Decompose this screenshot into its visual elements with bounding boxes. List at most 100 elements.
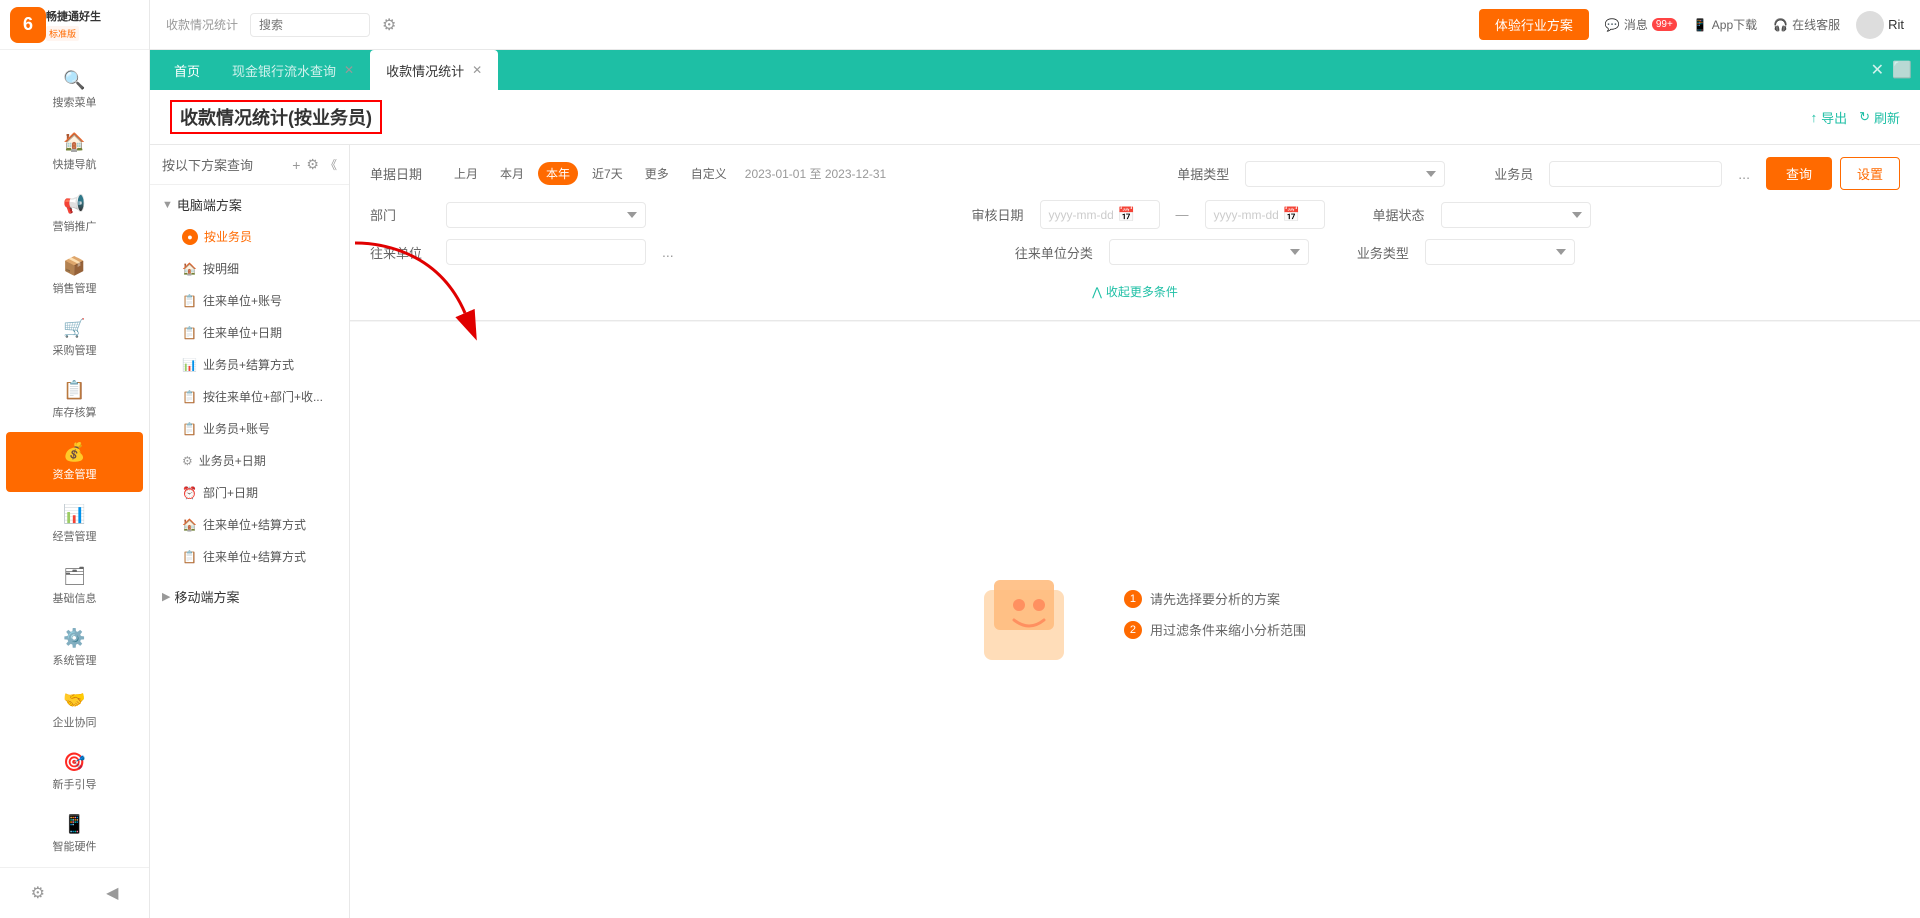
user-area[interactable]: Rit [1856, 11, 1904, 39]
business-type-select[interactable] [1425, 239, 1575, 265]
export-button[interactable]: ↑ 导出 [1811, 108, 1848, 127]
sidebar-item-operations[interactable]: 📊经营管理 [6, 494, 143, 554]
scheme-item-sales-date[interactable]: ⚙业务员+日期 [162, 445, 345, 476]
right-panel: 单据日期 上月 本月 本年 近7天 更多 自定义 2023-01-01 至 20… [350, 145, 1920, 918]
scheme-item-dept-date[interactable]: ⏰部门+日期 [162, 477, 345, 508]
refresh-icon: ↻ [1859, 109, 1870, 125]
step-num-1: 1 [1124, 590, 1142, 608]
empty-state: 1 请先选择要分析的方案 2 用过滤条件来缩小分析范围 [350, 322, 1920, 918]
trial-button[interactable]: 体验行业方案 [1479, 9, 1589, 40]
custom-date-btn[interactable]: 自定义 [683, 162, 735, 185]
logo-icon: 6 [10, 7, 46, 43]
query-button[interactable]: 查询 [1766, 157, 1832, 190]
gear-icon[interactable]: ⚙ [382, 15, 396, 35]
dept-select[interactable] [446, 202, 646, 228]
empty-step-1: 1 请先选择要分析的方案 [1124, 589, 1306, 608]
scheme-settings-icon[interactable]: ⚙ [306, 156, 319, 173]
username: Rit [1888, 17, 1904, 32]
desktop-group-items: ●按业务员🏠按明细📋往来单位+账号📋往来单位+日期📊业务员+结算方式📋按往来单位… [150, 221, 349, 572]
scheme-item-unit-date[interactable]: 📋往来单位+日期 [162, 317, 345, 348]
sidebar-item-inventory[interactable]: 📋库存核算 [6, 370, 143, 430]
counterpart-input[interactable] [446, 239, 646, 265]
add-scheme-button[interactable]: + [292, 157, 300, 173]
search-input[interactable] [250, 13, 370, 37]
scheme-item-unit-settlement2[interactable]: 📋往来单位+结算方式 [162, 541, 345, 572]
page-area: 收款情况统计(按业务员) ↑ 导出 ↻ 刷新 按以下方 [150, 90, 1920, 918]
tab-collection-stats[interactable]: 收款情况统计 ✕ [370, 50, 498, 90]
collapse-scheme-icon[interactable]: 《 [325, 156, 337, 173]
scheme-item-unit-dept-collect[interactable]: 📋按往来单位+部门+收... [162, 381, 345, 412]
doc-type-select[interactable] [1245, 161, 1445, 187]
business-type-label: 业务类型 [1357, 243, 1409, 262]
sidebar-item-marketing[interactable]: 📢营销推广 [6, 184, 143, 244]
sidebar-item-quick-nav[interactable]: 🏠快捷导航 [6, 122, 143, 182]
app-download-button[interactable]: 📱 App下载 [1693, 16, 1757, 33]
maximize-window-icon[interactable]: ⬜ [1892, 60, 1912, 80]
content-area: 按以下方案查询 + ⚙ 《 ▼ 电脑端方案 ●按业务员🏠按明 [150, 145, 1920, 918]
topbar-right: 体验行业方案 💬 消息 99+ 📱 App下载 🎧 在线客服 Rit [1479, 9, 1904, 40]
salesperson-input[interactable] [1549, 161, 1722, 187]
scheme-item-unit-account[interactable]: 📋往来单位+账号 [162, 285, 345, 316]
counterpart-category-select[interactable] [1109, 239, 1309, 265]
tab-close-bank-flow[interactable]: ✕ [344, 63, 354, 77]
tab-bank-flow[interactable]: 现金银行流水查询 ✕ [216, 50, 370, 90]
marketing-icon: 📢 [63, 194, 85, 215]
sales-icon: 📦 [63, 256, 85, 277]
mobile-group-header[interactable]: ▶ 移动端方案 [150, 581, 349, 612]
window-buttons: ✕ ⬜ [1871, 60, 1912, 80]
logo-badge: 标准版 [46, 26, 79, 41]
scheme-item-sales-account[interactable]: 📋业务员+账号 [162, 413, 345, 444]
sidebar-item-sales[interactable]: 📦销售管理 [6, 246, 143, 306]
sidebar-item-search-menu[interactable]: 🔍搜索菜单 [6, 60, 143, 120]
expand-icon: ▼ [162, 199, 173, 211]
headset-icon: 🎧 [1773, 18, 1788, 32]
close-window-icon[interactable]: ✕ [1871, 60, 1884, 80]
sidebar-item-hardware[interactable]: 📱智能硬件 [6, 804, 143, 864]
message-badge: 99+ [1652, 18, 1677, 31]
step-num-2: 2 [1124, 621, 1142, 639]
scheme-item-unit-settlement1[interactable]: 🏠往来单位+结算方式 [162, 509, 345, 540]
collapse-more-button[interactable]: ⋀ 收起更多条件 [370, 275, 1900, 308]
inventory-icon: 📋 [63, 380, 85, 401]
scheme-item-by-salesperson[interactable]: ●按业务员 [162, 221, 345, 252]
sidebar-item-guide[interactable]: 🎯新手引导 [6, 742, 143, 802]
topbar: 收款情况统计 ⚙ 体验行业方案 💬 消息 99+ 📱 App下载 🎧 [150, 0, 1920, 50]
desktop-group-header[interactable]: ▼ 电脑端方案 [150, 189, 349, 220]
sidebar-item-system[interactable]: ⚙️系统管理 [6, 618, 143, 678]
page-title: 收款情况统计(按业务员) [170, 100, 382, 134]
export-icon: ↑ [1811, 110, 1818, 125]
scheme-actions: + ⚙ 《 [292, 156, 337, 173]
scheme-item-by-detail[interactable]: 🏠按明细 [162, 253, 345, 284]
collapse-footer-icon[interactable]: ◀ [101, 878, 123, 908]
last-month-btn[interactable]: 上月 [446, 162, 486, 185]
setting-button[interactable]: 设置 [1840, 157, 1900, 190]
sidebar-item-purchase[interactable]: 🛒采购管理 [6, 308, 143, 368]
desktop-scheme-group: ▼ 电脑端方案 ●按业务员🏠按明细📋往来单位+账号📋往来单位+日期📊业务员+结算… [150, 185, 349, 577]
salesperson-more-btn[interactable]: ... [1738, 166, 1750, 182]
sidebar-item-finance[interactable]: 💰资金管理 [6, 432, 143, 492]
this-year-btn[interactable]: 本年 [538, 162, 578, 185]
counterpart-more-btn[interactable]: ... [662, 244, 674, 260]
review-date-start[interactable]: yyyy-mm-dd 📅 [1040, 200, 1160, 229]
tab-home[interactable]: 首页 [158, 50, 216, 90]
more-date-btn[interactable]: 更多 [637, 162, 677, 185]
review-date-end[interactable]: yyyy-mm-dd 📅 [1205, 200, 1325, 229]
settings-footer-icon[interactable]: ⚙ [26, 878, 50, 908]
last7days-btn[interactable]: 近7天 [584, 162, 631, 185]
scheme-item-sales-settlement[interactable]: 📊业务员+结算方式 [162, 349, 345, 380]
counterpart-category-label: 往来单位分类 [1015, 243, 1093, 262]
logo-text: 畅捷通好生 标准版 [46, 8, 101, 41]
service-button[interactable]: 🎧 在线客服 [1773, 16, 1840, 33]
sidebar-item-enterprise[interactable]: 🤝企业协同 [6, 680, 143, 740]
scheme-title: 按以下方案查询 [162, 155, 253, 174]
message-icon: 💬 [1605, 18, 1620, 32]
this-month-btn[interactable]: 本月 [492, 162, 532, 185]
tab-close-collection-stats[interactable]: ✕ [472, 63, 482, 77]
sidebar-footer: ⚙ ◀ [0, 867, 149, 918]
message-button[interactable]: 💬 消息 99+ [1605, 16, 1677, 33]
doc-status-label: 单据状态 [1373, 205, 1425, 224]
doc-status-select[interactable] [1441, 202, 1591, 228]
sidebar-item-basic-info[interactable]: 🗂基础信息 [6, 556, 143, 616]
refresh-button[interactable]: ↻ 刷新 [1859, 108, 1900, 127]
enterprise-icon: 🤝 [63, 690, 85, 711]
